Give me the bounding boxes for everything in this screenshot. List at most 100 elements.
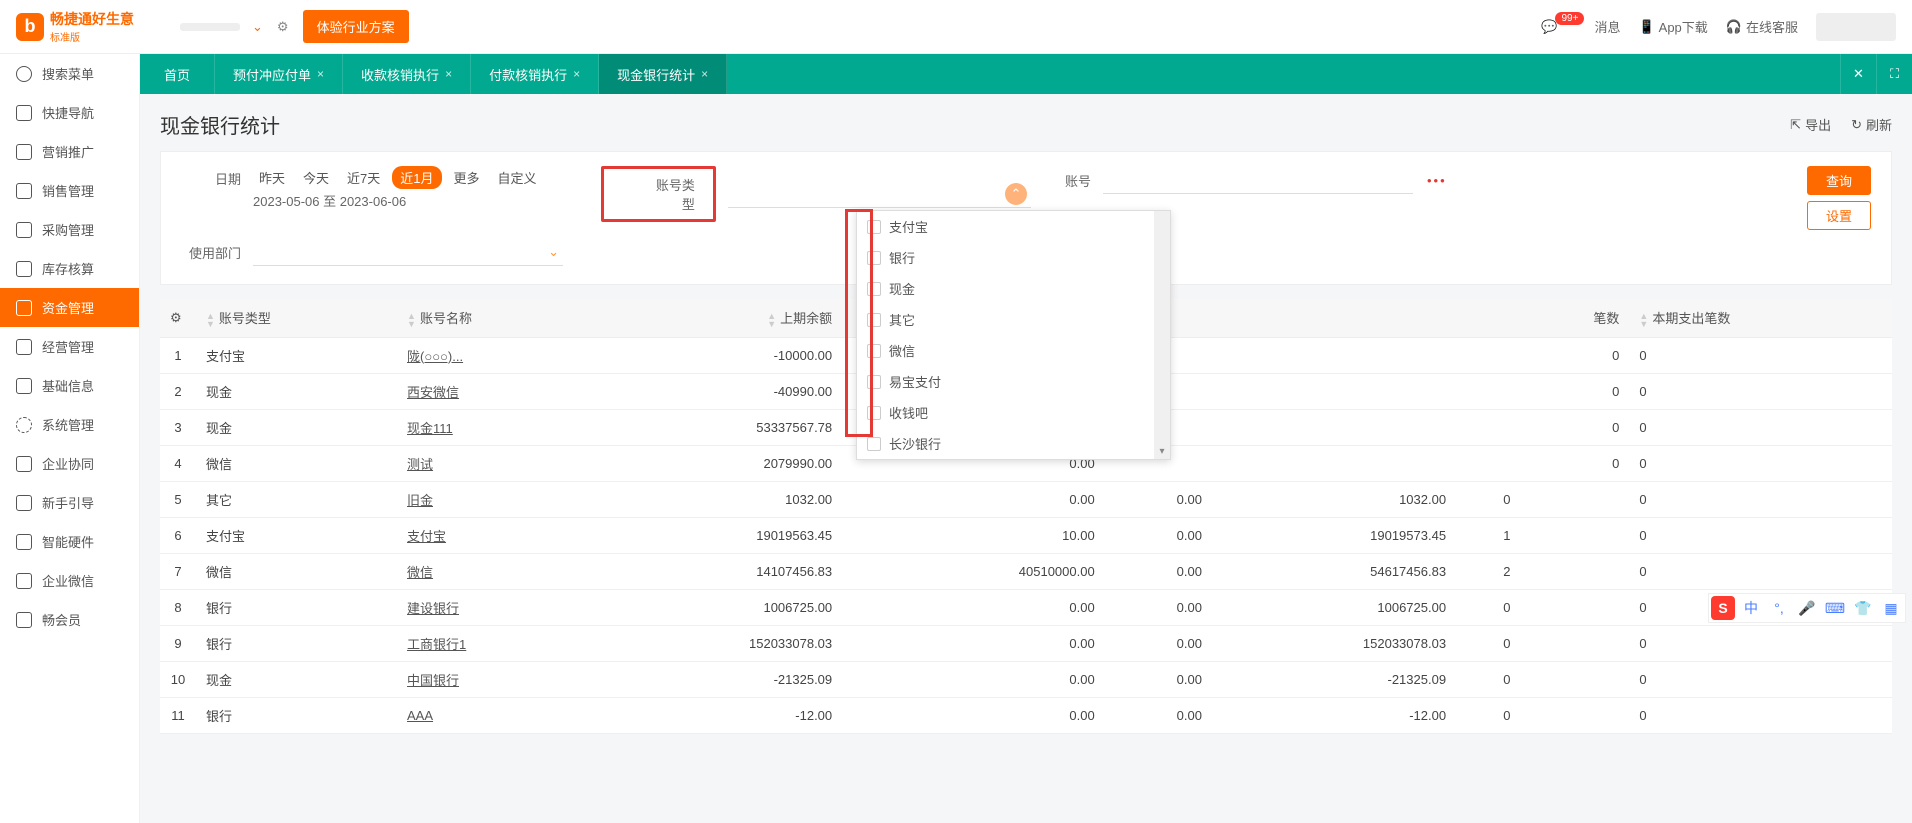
sidebar-item-label: 销售管理: [42, 181, 94, 200]
sidebar-item-库存核算[interactable]: 库存核算: [0, 249, 139, 288]
tab-付款核销执行[interactable]: 付款核销执行×: [471, 54, 599, 94]
col-account-name[interactable]: ▲▼账号名称: [397, 299, 598, 337]
ime-skin-icon[interactable]: 👕: [1851, 596, 1875, 620]
col-account-type[interactable]: ▲▼账号类型: [196, 299, 397, 337]
sidebar-item-搜索菜单[interactable]: 搜索菜单: [0, 54, 139, 93]
export-button[interactable]: ⇱导出: [1790, 115, 1831, 134]
ime-mode[interactable]: 中: [1739, 596, 1763, 620]
sidebar-item-label: 企业微信: [42, 571, 94, 590]
sidebar-item-企业协同[interactable]: 企业协同: [0, 444, 139, 483]
date-chip-更多[interactable]: 更多: [448, 166, 486, 189]
sidebar-item-采购管理[interactable]: 采购管理: [0, 210, 139, 249]
collapse-icon[interactable]: ⌃: [1005, 183, 1027, 205]
date-chip-今天[interactable]: 今天: [297, 166, 335, 189]
grid-icon: [16, 378, 32, 394]
online-service-link[interactable]: 🎧 在线客服: [1726, 17, 1798, 36]
close-icon[interactable]: ×: [317, 67, 324, 81]
dropdown-option-微信[interactable]: 微信: [857, 335, 1170, 366]
highlight-annotation: [845, 209, 873, 437]
scroll-down-icon[interactable]: ▾: [1154, 443, 1170, 459]
page-actions: ⇱导出 ↻刷新: [1790, 115, 1892, 134]
ime-punct-icon[interactable]: °,: [1767, 596, 1791, 620]
checkbox[interactable]: [867, 437, 881, 451]
robot-icon: [16, 534, 32, 550]
filter-panel: 日期 昨天今天近7天近1月更多自定义 2023-05-06 至 2023-06-…: [160, 151, 1892, 285]
app-download-link[interactable]: 📱 App下载: [1638, 17, 1707, 36]
account-name-link[interactable]: 旧金: [407, 493, 433, 508]
dropdown-option-其它[interactable]: 其它: [857, 304, 1170, 335]
gift-icon: [16, 144, 32, 160]
close-icon[interactable]: ×: [573, 67, 580, 81]
sidebar-item-label: 快捷导航: [42, 103, 94, 122]
gear-icon[interactable]: ⚙: [277, 19, 289, 35]
sidebar-item-企业微信[interactable]: 企业微信: [0, 561, 139, 600]
date-chip-自定义[interactable]: 自定义: [492, 166, 543, 189]
account-name-link[interactable]: 建设银行: [407, 601, 459, 616]
query-buttons: 查询 设置: [1807, 166, 1871, 230]
account-name-link[interactable]: 陇(○○○)...: [407, 349, 463, 364]
account-select[interactable]: [1103, 166, 1413, 194]
col-count[interactable]: 笔数: [1521, 299, 1630, 337]
fullscreen-button[interactable]: ⛶: [1876, 54, 1912, 94]
dropdown-scrollbar[interactable]: ▾: [1154, 211, 1170, 459]
dropdown-option-现金[interactable]: 现金: [857, 273, 1170, 304]
header-right: 💬 99+ 消息 📱 App下载 🎧 在线客服: [1541, 13, 1896, 41]
account-name-link[interactable]: 工商银行1: [407, 637, 466, 652]
tab-收款核销执行[interactable]: 收款核销执行×: [343, 54, 471, 94]
account-name-link[interactable]: AAA: [407, 708, 433, 723]
settings-button[interactable]: 设置: [1807, 201, 1871, 230]
close-icon[interactable]: ×: [701, 67, 708, 81]
tab-现金银行统计[interactable]: 现金银行统计×: [599, 54, 727, 94]
ime-toolbox-icon[interactable]: ▦: [1879, 596, 1903, 620]
dropdown-option-银行[interactable]: 银行: [857, 242, 1170, 273]
tab-预付冲应付单[interactable]: 预付冲应付单×: [215, 54, 343, 94]
sidebar-item-经营管理[interactable]: 经营管理: [0, 327, 139, 366]
account-name-link[interactable]: 现金111: [407, 421, 453, 436]
account-name-link[interactable]: 中国银行: [407, 673, 459, 688]
account-name-link[interactable]: 微信: [407, 565, 433, 580]
company-selector[interactable]: ⌄: [180, 19, 263, 35]
dropdown-option-易宝支付[interactable]: 易宝支付: [857, 366, 1170, 397]
col-hidden-c: [1456, 299, 1520, 337]
ime-keyboard-icon[interactable]: ⌨: [1823, 596, 1847, 620]
sidebar-item-资金管理[interactable]: 资金管理: [0, 288, 139, 327]
sidebar-item-智能硬件[interactable]: 智能硬件: [0, 522, 139, 561]
refresh-button[interactable]: ↻刷新: [1851, 115, 1892, 134]
sidebar-item-销售管理[interactable]: 销售管理: [0, 171, 139, 210]
ime-voice-icon[interactable]: 🎤: [1795, 596, 1819, 620]
sidebar-item-营销推广[interactable]: 营销推广: [0, 132, 139, 171]
sidebar-item-畅会员[interactable]: 畅会员: [0, 600, 139, 639]
sidebar-item-label: 营销推广: [42, 142, 94, 161]
date-chip-近7天[interactable]: 近7天: [341, 166, 386, 189]
dropdown-option-支付宝[interactable]: 支付宝: [857, 211, 1170, 242]
sidebar-item-新手引导[interactable]: 新手引导: [0, 483, 139, 522]
sidebar-item-label: 经营管理: [42, 337, 94, 356]
table-settings-icon[interactable]: ⚙: [160, 299, 196, 337]
brand-sub: 标准版: [50, 29, 134, 44]
account-name-link[interactable]: 测试: [407, 457, 433, 472]
sidebar-item-系统管理[interactable]: 系统管理: [0, 405, 139, 444]
page-header: 现金银行统计 ⇱导出 ↻刷新: [160, 110, 1892, 139]
messages-link[interactable]: 💬 99+ 消息: [1541, 17, 1620, 36]
account-type-select[interactable]: ⌃: [728, 180, 1031, 208]
dropdown-option-长沙银行[interactable]: 长沙银行: [857, 428, 1170, 459]
query-button[interactable]: 查询: [1807, 166, 1871, 195]
col-out-count[interactable]: ▲▼本期支出笔数: [1629, 299, 1892, 337]
sidebar-item-快捷导航[interactable]: 快捷导航: [0, 93, 139, 132]
dropdown-option-收钱吧[interactable]: 收钱吧: [857, 397, 1170, 428]
avatar[interactable]: [1816, 13, 1896, 41]
close-tab-button[interactable]: ✕: [1840, 54, 1876, 94]
sidebar-item-基础信息[interactable]: 基础信息: [0, 366, 139, 405]
date-chip-近1月[interactable]: 近1月: [392, 166, 441, 189]
ime-logo-icon[interactable]: S: [1711, 596, 1735, 620]
account-name-link[interactable]: 西安微信: [407, 385, 459, 400]
tab-首页[interactable]: 首页: [140, 54, 215, 94]
sidebar-item-label: 库存核算: [42, 259, 94, 278]
dept-select[interactable]: ⌄: [253, 238, 563, 266]
industry-plan-button[interactable]: 体验行业方案: [303, 10, 409, 43]
col-prev-balance[interactable]: ▲▼上期余额: [598, 299, 842, 337]
more-filters-button[interactable]: •••: [1427, 173, 1447, 188]
close-icon[interactable]: ×: [445, 67, 452, 81]
account-name-link[interactable]: 支付宝: [407, 529, 446, 544]
date-chip-昨天[interactable]: 昨天: [253, 166, 291, 189]
